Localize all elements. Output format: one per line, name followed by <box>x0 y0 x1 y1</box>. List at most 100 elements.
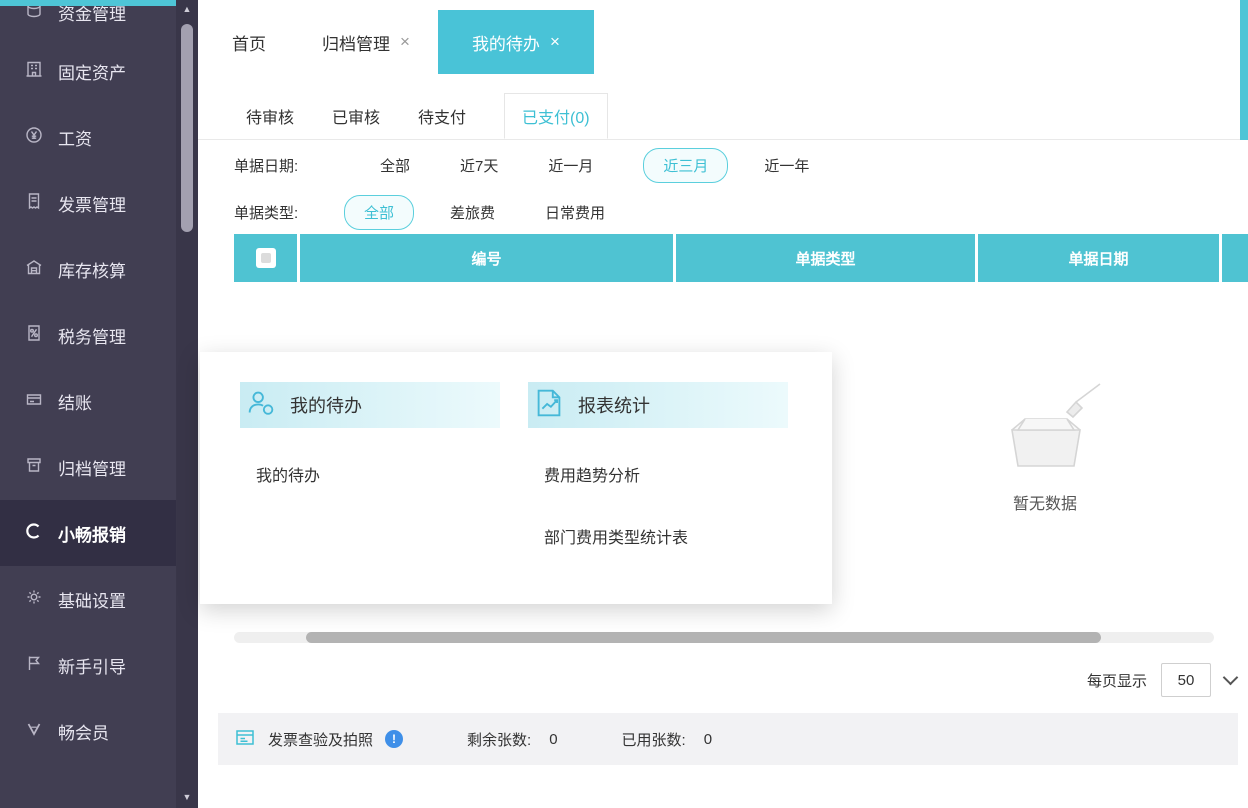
tab-home[interactable]: 首页 <box>204 10 294 74</box>
report-chart-icon <box>532 386 566 425</box>
filter-date-1month[interactable]: 近一月 <box>548 155 593 176</box>
member-icon <box>24 719 44 744</box>
popup-link-expense-trend[interactable]: 费用趋势分析 <box>544 462 788 486</box>
sidebar-item-tax[interactable]: 税务管理 <box>0 302 176 368</box>
filter-date-3months-selected[interactable]: 近三月 <box>643 147 729 183</box>
tab-label: 我的待办 <box>471 34 540 54</box>
sidebar-item-label: 畅会员 <box>58 723 109 743</box>
chevron-down-icon[interactable] <box>1222 669 1239 685</box>
todo-user-icon <box>244 386 278 425</box>
page-size-label: 每页显示 <box>1086 672 1147 690</box>
inventory-icon <box>24 257 44 282</box>
salary-icon <box>24 125 44 150</box>
todo-report-popup: 我的待办 我的待办 报表统计 费用趋势分析 部门费用类型统计表 <box>200 352 832 604</box>
status-subtabs: 待审核 已审核 待支付 已支付(0) <box>198 92 1248 140</box>
sidebar-item-label: 小畅报销 <box>58 525 126 545</box>
pagination-row: 每页显示 50 <box>198 651 1248 709</box>
sidebar-item-salary[interactable]: 工资 <box>0 104 176 170</box>
popup-section-reports: 报表统计 费用趋势分析 部门费用类型统计表 <box>528 382 788 604</box>
invoice-scan-icon <box>234 726 256 752</box>
remaining-count-label: 剩余张数: <box>467 731 532 749</box>
filter-date-options: 全部 近7天 近一月 近三月 近一年 <box>380 147 859 183</box>
sidebar-item-label: 税务管理 <box>58 327 126 347</box>
subtab-pending-payment[interactable]: 待支付 <box>418 104 466 128</box>
guide-flag-icon <box>24 653 44 678</box>
sidebar-item-fixed-assets[interactable]: 固定资产 <box>0 38 176 104</box>
page-tabbar: 首页 归档管理 × 我的待办 × <box>198 0 1248 92</box>
filter-type-travel[interactable]: 差旅费 <box>450 202 495 223</box>
filter-type-options: 全部 差旅费 日常费用 <box>344 194 655 230</box>
table-header-checkbox-cell <box>234 234 300 282</box>
close-icon[interactable]: × <box>400 32 410 52</box>
sidebar-item-label: 结账 <box>58 393 92 413</box>
filter-type-daily[interactable]: 日常费用 <box>545 202 605 223</box>
subtab-pending-review[interactable]: 待审核 <box>246 104 294 128</box>
scroll-up-icon[interactable]: ▲ <box>183 0 192 18</box>
filter-date-1year[interactable]: 近一年 <box>764 155 809 176</box>
sidebar-scrollbar-thumb[interactable] <box>181 24 193 232</box>
popup-link-dept-expense-stats[interactable]: 部门费用类型统计表 <box>544 524 788 548</box>
scroll-down-icon[interactable]: ▼ <box>183 788 192 806</box>
popup-section-title: 报表统计 <box>578 396 650 416</box>
sidebar-scrollbar[interactable]: ▲ ▼ <box>176 0 198 808</box>
filter-date-label: 单据日期: <box>234 157 299 175</box>
sidebar-item-settings[interactable]: 基础设置 <box>0 566 176 632</box>
page-size-select[interactable]: 50 <box>1161 663 1211 697</box>
filter-date-all[interactable]: 全部 <box>380 155 410 176</box>
sidebar-item-label: 库存核算 <box>58 261 126 281</box>
sidebar-item-guide[interactable]: 新手引导 <box>0 632 176 698</box>
closing-icon <box>24 389 44 414</box>
sidebar-item-label: 归档管理 <box>58 459 126 479</box>
filter-row-type: 单据类型: 全部 差旅费 日常费用 <box>198 190 1248 234</box>
sidebar-item-inventory[interactable]: 库存核算 <box>0 236 176 302</box>
sidebar-item-funds[interactable]: 资金管理 <box>0 6 176 38</box>
horizontal-scrollbar[interactable] <box>234 632 1214 643</box>
filter-type-all-selected[interactable]: 全部 <box>344 194 415 230</box>
sidebar-item-label: 固定资产 <box>58 63 126 83</box>
sidebar-item-member[interactable]: 畅会员 <box>0 698 176 764</box>
horizontal-scrollbar-thumb[interactable] <box>306 632 1101 643</box>
sidebar-item-label: 基础设置 <box>58 591 126 611</box>
column-header-partial <box>1222 234 1248 282</box>
filter-row-date: 单据日期: 全部 近7天 近一月 近三月 近一年 <box>198 140 1248 190</box>
tab-my-todo[interactable]: 我的待办 × <box>437 10 594 74</box>
select-all-checkbox[interactable] <box>255 248 276 268</box>
app-root: 资金管理 固定资产 工资 发票管理 库存核算 税务管理 结账 归档管理 小畅报销… <box>0 0 1248 808</box>
invoice-footer-bar: 发票查验及拍照 ! 剩余张数: 0 已用张数: 0 <box>218 713 1238 765</box>
sidebar-item-reimburse[interactable]: 小畅报销 <box>0 500 176 566</box>
sidebar-item-label: 工资 <box>58 129 92 149</box>
popup-section-header: 我的待办 <box>240 382 500 428</box>
column-header-type: 单据类型 <box>676 234 978 282</box>
filter-type-label: 单据类型: <box>234 204 299 222</box>
tab-label: 归档管理 <box>322 34 390 54</box>
column-header-number: 编号 <box>300 234 676 282</box>
tab-label: 首页 <box>232 34 266 54</box>
empty-state: 暂无数据 <box>978 378 1112 514</box>
filter-date-7days[interactable]: 近7天 <box>460 155 498 176</box>
sidebar-item-closing[interactable]: 结账 <box>0 368 176 434</box>
funds-icon <box>24 6 44 25</box>
invoice-icon <box>24 191 44 216</box>
info-icon[interactable]: ! <box>385 730 404 748</box>
main-scrollbar-thumb[interactable] <box>1240 0 1248 140</box>
popup-section-title: 我的待办 <box>290 396 362 416</box>
close-icon[interactable]: × <box>550 32 560 52</box>
subtab-reviewed[interactable]: 已审核 <box>332 104 380 128</box>
fixed-assets-icon <box>24 59 44 84</box>
sidebar-item-label: 新手引导 <box>58 657 126 677</box>
sidebar: 资金管理 固定资产 工资 发票管理 库存核算 税务管理 结账 归档管理 小畅报销… <box>0 0 176 808</box>
sidebar-item-archive[interactable]: 归档管理 <box>0 434 176 500</box>
tax-icon <box>24 323 44 348</box>
table-header: 编号 单据类型 单据日期 <box>234 234 1248 282</box>
tab-archive[interactable]: 归档管理 × <box>294 10 438 74</box>
popup-section-header: 报表统计 <box>528 382 788 428</box>
subtab-paid[interactable]: 已支付(0) <box>504 93 608 139</box>
settings-gear-icon <box>24 587 44 612</box>
popup-link-my-todo[interactable]: 我的待办 <box>256 462 500 486</box>
used-count-value: 0 <box>703 730 713 748</box>
sidebar-item-label: 发票管理 <box>58 195 126 215</box>
archive-icon <box>24 455 44 480</box>
sidebar-item-invoice[interactable]: 发票管理 <box>0 170 176 236</box>
sidebar-item-label: 资金管理 <box>58 6 126 24</box>
invoice-check-label[interactable]: 发票查验及拍照 <box>268 729 373 750</box>
